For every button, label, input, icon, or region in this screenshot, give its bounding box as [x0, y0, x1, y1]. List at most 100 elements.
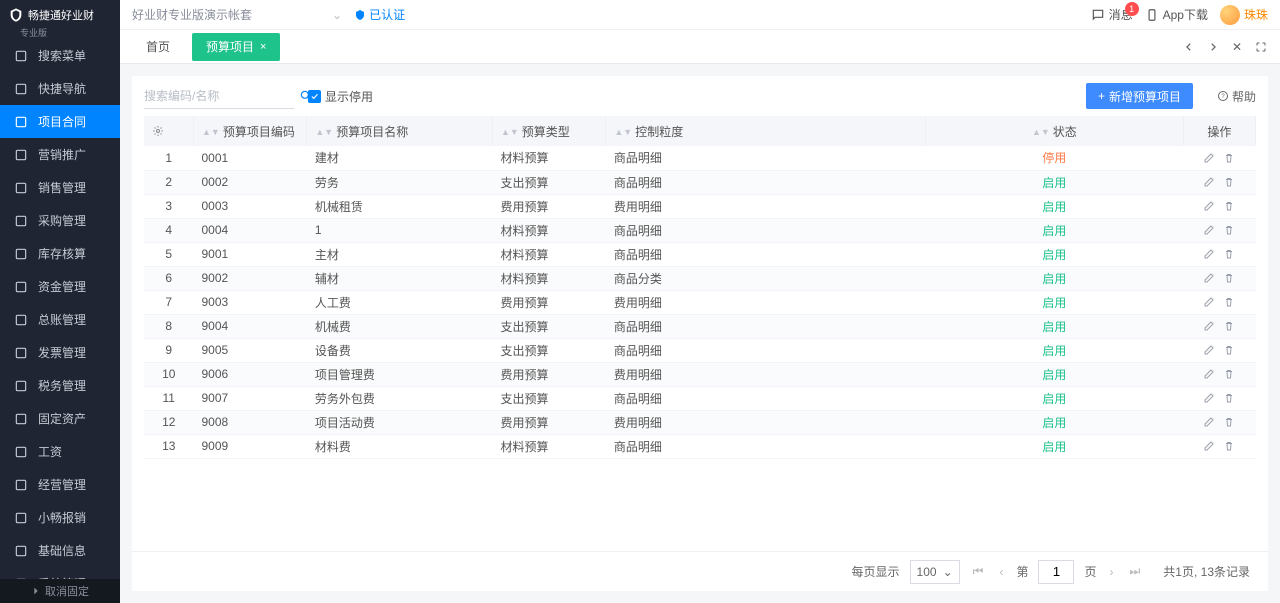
close-icon[interactable]: × [260, 41, 266, 53]
tab-budget-item[interactable]: 预算项目 × [192, 33, 280, 61]
page-first-button[interactable]: ⏮ [970, 564, 987, 579]
sidebar-item-11[interactable]: 固定资产 [0, 402, 120, 435]
page-prev-button[interactable]: ‹ [996, 565, 1006, 579]
edit-icon[interactable] [1203, 272, 1215, 284]
sidebar-item-10[interactable]: 税务管理 [0, 369, 120, 402]
edit-icon[interactable] [1203, 320, 1215, 332]
sidebar-item-1[interactable]: 快捷导航 [0, 72, 120, 105]
app-download-button[interactable]: App下载 [1145, 6, 1208, 23]
delete-icon[interactable] [1223, 200, 1235, 212]
col-status[interactable]: ▲▼状态 [926, 116, 1184, 146]
sidebar-item-label: 库存核算 [38, 245, 86, 262]
tab-home[interactable]: 首页 [132, 33, 184, 61]
edit-icon[interactable] [1203, 200, 1215, 212]
cell-code: 9008 [193, 410, 306, 434]
tabs-prev-button[interactable] [1178, 36, 1200, 58]
table-row[interactable]: 400041材料预算商品明细启用 [144, 218, 1256, 242]
col-settings[interactable] [144, 116, 193, 146]
page-last-button[interactable]: ⏭ [1126, 564, 1143, 579]
cell-name: 项目活动费 [307, 410, 493, 434]
table-row[interactable]: 89004机械费支出预算商品明细启用 [144, 314, 1256, 338]
delete-icon[interactable] [1223, 344, 1235, 356]
edit-icon[interactable] [1203, 392, 1215, 404]
delete-icon[interactable] [1223, 368, 1235, 380]
table-row[interactable]: 79003人工费费用预算费用明细启用 [144, 290, 1256, 314]
table-row[interactable]: 109006项目管理费费用预算费用明细启用 [144, 362, 1256, 386]
cell-code: 9007 [193, 386, 306, 410]
delete-icon[interactable] [1223, 152, 1235, 164]
sidebar-item-15[interactable]: 基础信息 [0, 534, 120, 567]
user-menu[interactable]: 珠珠 [1220, 5, 1268, 25]
sidebar-item-5[interactable]: 采购管理 [0, 204, 120, 237]
cell-status: 启用 [926, 170, 1184, 194]
edit-icon[interactable] [1203, 224, 1215, 236]
table-row[interactable]: 139009材料费材料预算商品明细启用 [144, 434, 1256, 458]
delete-icon[interactable] [1223, 296, 1235, 308]
col-gran[interactable]: ▲▼控制粒度 [606, 116, 926, 146]
fullscreen-button[interactable] [1250, 36, 1272, 58]
delete-icon[interactable] [1223, 272, 1235, 284]
table-row[interactable]: 30003机械租赁费用预算费用明细启用 [144, 194, 1256, 218]
sidebar-item-9[interactable]: 发票管理 [0, 336, 120, 369]
cell-name: 劳务外包费 [307, 386, 493, 410]
edit-icon[interactable] [1203, 368, 1215, 380]
sidebar-item-14[interactable]: 小畅报销 [0, 501, 120, 534]
sidebar-item-2[interactable]: 项目合同 [0, 105, 120, 138]
table-row[interactable]: 99005设备费支出预算商品明细启用 [144, 338, 1256, 362]
per-page-select[interactable]: 100 ⌄ [910, 560, 960, 584]
cell-status: 启用 [926, 290, 1184, 314]
table-row[interactable]: 129008项目活动费费用预算费用明细启用 [144, 410, 1256, 434]
sidebar-item-7[interactable]: 资金管理 [0, 270, 120, 303]
edit-icon[interactable] [1203, 440, 1215, 452]
edit-icon[interactable] [1203, 344, 1215, 356]
edit-icon[interactable] [1203, 248, 1215, 260]
search-input[interactable] [144, 89, 299, 103]
add-budget-item-button[interactable]: + 新增预算项目 [1086, 83, 1193, 109]
delete-icon[interactable] [1223, 248, 1235, 260]
cell-ops [1183, 434, 1255, 458]
page-input[interactable] [1038, 560, 1074, 584]
cell-type: 材料预算 [492, 434, 605, 458]
cell-idx: 3 [144, 194, 193, 218]
table-row[interactable]: 69002辅材材料预算商品分类启用 [144, 266, 1256, 290]
delete-icon[interactable] [1223, 320, 1235, 332]
sidebar-item-6[interactable]: 库存核算 [0, 237, 120, 270]
account-selector[interactable]: 好业财专业版演示帐套 ⌄ [132, 6, 342, 23]
delete-icon[interactable] [1223, 224, 1235, 236]
table-row[interactable]: 20002劳务支出预算商品明细启用 [144, 170, 1256, 194]
sidebar-item-16[interactable]: 系统管理 [0, 567, 120, 579]
sidebar-item-12[interactable]: 工资 [0, 435, 120, 468]
unpin-button[interactable]: 取消固定 [0, 579, 120, 603]
sidebar-item-3[interactable]: 营销推广 [0, 138, 120, 171]
delete-icon[interactable] [1223, 440, 1235, 452]
col-code[interactable]: ▲▼预算项目编码 [193, 116, 306, 146]
edit-icon[interactable] [1203, 176, 1215, 188]
edit-icon[interactable] [1203, 152, 1215, 164]
show-disabled-checkbox[interactable]: 显示停用 [308, 88, 373, 105]
table-row[interactable]: 119007劳务外包费支出预算商品明细启用 [144, 386, 1256, 410]
col-type[interactable]: ▲▼预算类型 [492, 116, 605, 146]
help-button[interactable]: ? 帮助 [1217, 88, 1256, 105]
sidebar-item-label: 工资 [38, 443, 62, 460]
sidebar-item-label: 项目合同 [38, 113, 86, 130]
table-row[interactable]: 59001主材材料预算商品明细启用 [144, 242, 1256, 266]
edit-icon[interactable] [1203, 296, 1215, 308]
add-button-label: 新增预算项目 [1109, 88, 1181, 105]
sidebar-item-13[interactable]: 经营管理 [0, 468, 120, 501]
delete-icon[interactable] [1223, 416, 1235, 428]
tabs-next-button[interactable] [1202, 36, 1224, 58]
messages-button[interactable]: 消息 1 [1091, 6, 1133, 23]
delete-icon[interactable] [1223, 392, 1235, 404]
gear-icon [152, 125, 164, 137]
delete-icon[interactable] [1223, 176, 1235, 188]
tabs-close-all-button[interactable]: ✕ [1226, 36, 1248, 58]
sidebar-item-0[interactable]: 搜索菜单 [0, 39, 120, 72]
phone-icon [1145, 8, 1159, 22]
table-row[interactable]: 10001建材材料预算商品明细停用 [144, 146, 1256, 170]
page-next-button[interactable]: › [1106, 565, 1116, 579]
cell-status: 启用 [926, 266, 1184, 290]
sidebar-item-8[interactable]: 总账管理 [0, 303, 120, 336]
col-name[interactable]: ▲▼预算项目名称 [307, 116, 493, 146]
edit-icon[interactable] [1203, 416, 1215, 428]
sidebar-item-4[interactable]: 销售管理 [0, 171, 120, 204]
